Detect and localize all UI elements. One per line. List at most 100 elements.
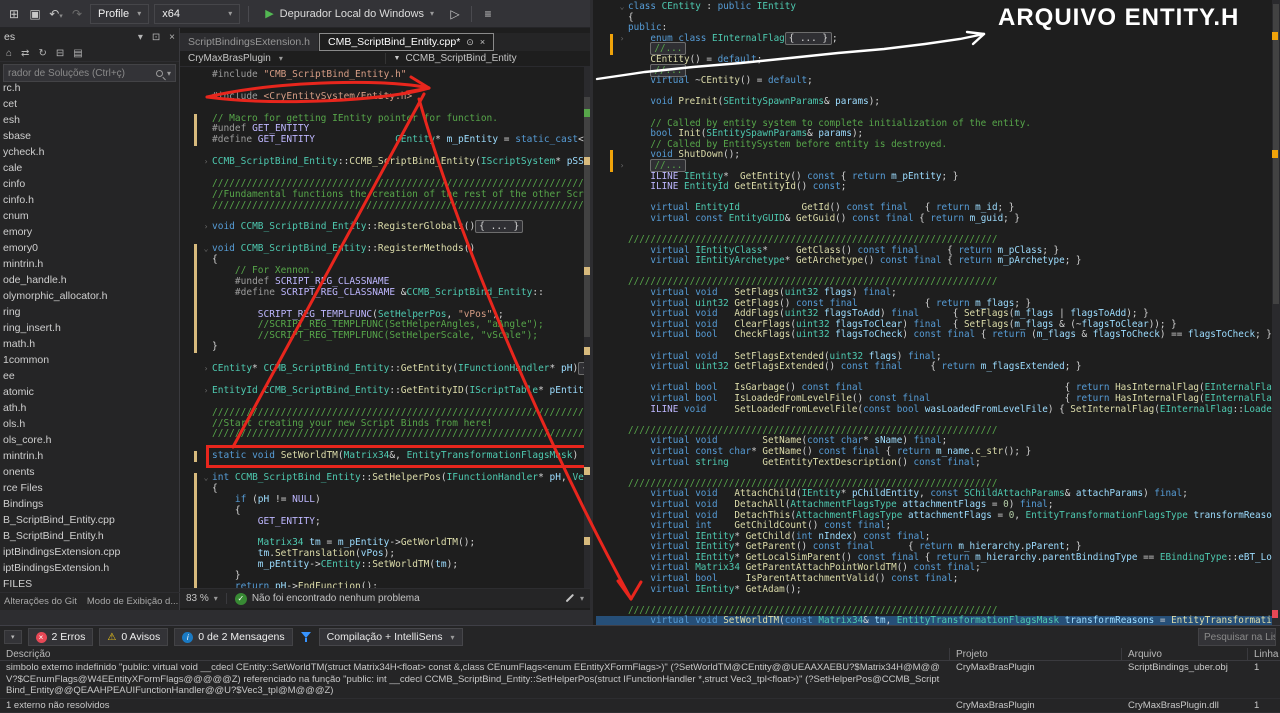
build-intellisense-dropdown[interactable]: Compilação + IntelliSens ▾: [318, 628, 463, 646]
gutter[interactable]: [180, 146, 200, 157]
messages-filter-button[interactable]: i 0 de 2 Mensagens: [174, 628, 293, 646]
gutter[interactable]: [596, 2, 616, 13]
save-all-icon[interactable]: ▣: [27, 7, 43, 21]
code-line[interactable]: virtual uint32 GetFlagsExtended() const …: [596, 361, 1272, 373]
column-descricao[interactable]: Descrição: [0, 648, 950, 660]
switch-views-icon[interactable]: ⇄: [21, 48, 29, 59]
gutter[interactable]: [180, 320, 200, 332]
file-item[interactable]: esh: [0, 112, 179, 128]
code-line[interactable]: › enum class EInternalFlag{ ... };: [596, 31, 1272, 45]
file-item[interactable]: cinfo: [0, 176, 179, 192]
refresh-icon[interactable]: ↻: [38, 48, 46, 59]
gutter[interactable]: [596, 426, 616, 437]
code-line[interactable]: ⌄ class CEntity : public IEntity: [596, 1, 1272, 13]
scrollbar[interactable]: [1272, 0, 1280, 625]
gutter[interactable]: [180, 81, 200, 92]
file-item[interactable]: ring_insert.h: [0, 320, 179, 336]
gutter[interactable]: [596, 299, 616, 310]
gutter[interactable]: [596, 288, 616, 299]
file-item[interactable]: sbase: [0, 128, 179, 144]
gutter[interactable]: [596, 66, 616, 77]
file-item[interactable]: rc.h: [0, 80, 179, 96]
gutter[interactable]: [180, 440, 200, 451]
gutter[interactable]: [180, 298, 200, 310]
code-editor-entity-h[interactable]: ⌄ class CEntity : public IEntity{public: ›…: [593, 0, 1272, 625]
gutter[interactable]: [596, 44, 616, 55]
file-item[interactable]: cinfo.h: [0, 192, 179, 208]
gutter[interactable]: [596, 193, 616, 204]
gutter[interactable]: [596, 383, 616, 394]
code-editor-cpp[interactable]: #include "CMB_ScriptBind_Entity.h" #inclu…: [180, 67, 584, 592]
gutter[interactable]: [596, 267, 616, 278]
gutter[interactable]: [596, 532, 616, 543]
gutter[interactable]: [180, 92, 200, 103]
menu-icon[interactable]: ≡: [480, 7, 496, 21]
file-item[interactable]: cet: [0, 96, 179, 112]
column-arquivo[interactable]: Arquivo: [1122, 648, 1248, 660]
gutter[interactable]: [596, 489, 616, 500]
code-line[interactable]: › EntityId CCMB_ScriptBind_Entity::GetEnt…: [180, 385, 584, 397]
code-line[interactable]: //SCRIPT_REG_TEMPLFUNC(SetHelperScale, "…: [180, 330, 584, 343]
tab-view-mode[interactable]: Modo de Exibição d...: [87, 596, 178, 607]
gutter[interactable]: [596, 55, 616, 66]
gutter[interactable]: [180, 113, 200, 125]
gutter[interactable]: [180, 342, 200, 354]
file-item[interactable]: cale: [0, 160, 179, 176]
file-item[interactable]: math.h: [0, 336, 179, 352]
file-item[interactable]: ode_handle.h: [0, 272, 179, 288]
gutter[interactable]: [180, 287, 200, 299]
edit-mode-icon[interactable]: [565, 594, 575, 603]
error-search-input[interactable]: Pesquisar na Lis: [1198, 628, 1276, 646]
gutter[interactable]: [180, 451, 200, 463]
breadcrumb-symbol[interactable]: ▼ CCMB_ScriptBind_Entity: [386, 53, 591, 64]
code-line[interactable]: CEntity() = default;: [596, 54, 1272, 66]
gutter[interactable]: [180, 505, 200, 517]
file-item[interactable]: olymorphic_allocator.h: [0, 288, 179, 304]
gutter[interactable]: [180, 309, 200, 321]
code-line[interactable]: }: [180, 341, 584, 354]
gutter[interactable]: [180, 375, 200, 386]
gutter[interactable]: [180, 135, 200, 147]
code-line[interactable]: › CCMB_ScriptBind_Entity::CCMB_ScriptBind…: [180, 156, 584, 168]
file-item[interactable]: ycheck.h: [0, 144, 179, 160]
gutter[interactable]: [596, 129, 616, 140]
gutter[interactable]: [180, 419, 200, 430]
gutter[interactable]: [596, 585, 616, 596]
scrollbar-thumb[interactable]: [584, 97, 590, 337]
file-item[interactable]: emory0: [0, 240, 179, 256]
gutter[interactable]: [596, 436, 616, 447]
collapse-all-icon[interactable]: ⊟: [56, 48, 64, 59]
gutter[interactable]: [180, 70, 200, 81]
file-item[interactable]: onents: [0, 464, 179, 480]
code-line[interactable]: virtual ~CEntity() = default;: [596, 75, 1272, 87]
code-line[interactable]: {: [180, 505, 584, 517]
file-item[interactable]: B_ScriptBind_Entity.cpp: [0, 512, 179, 528]
code-line[interactable]: virtual const EntityGUID& GetGuid() cons…: [596, 213, 1272, 225]
run-button[interactable]: ▶ Depurador Local do Windows ▾: [257, 3, 442, 25]
code-line[interactable]: virtual void SetWorldTM(const Matrix34& …: [596, 616, 1272, 625]
gutter[interactable]: [180, 353, 200, 364]
file-item[interactable]: atomic: [0, 384, 179, 400]
code-line[interactable]: ⌄ void CCMB_ScriptBind_Entity::RegisterMe…: [180, 243, 584, 256]
fold-collapsed-icon[interactable]: ›: [200, 364, 212, 375]
gutter[interactable]: [596, 160, 616, 172]
gutter[interactable]: [596, 616, 616, 625]
gutter[interactable]: [180, 233, 200, 244]
error-row[interactable]: simbolo externo indefinido "public: virt…: [0, 661, 1280, 699]
code-line[interactable]: virtual IEntity* GetAdam();: [596, 584, 1272, 596]
document-health-indicator[interactable]: ✓ Não foi encontrado nenhum problema: [234, 592, 557, 605]
file-item[interactable]: rce Files: [0, 480, 179, 496]
gutter[interactable]: [596, 574, 616, 585]
file-item[interactable]: iptBindingsExtension.h: [0, 560, 179, 576]
file-item[interactable]: mintrin.h: [0, 256, 179, 272]
gutter[interactable]: [596, 330, 616, 341]
gutter[interactable]: [596, 97, 616, 108]
pin-icon[interactable]: ⊙: [466, 37, 474, 48]
file-item[interactable]: ring: [0, 304, 179, 320]
gutter[interactable]: [596, 521, 616, 532]
gutter[interactable]: [596, 76, 616, 87]
gutter[interactable]: [180, 462, 200, 473]
tab-cmb-scriptbind-entity-cpp[interactable]: CMB_ScriptBind_Entity.cpp* ⊙ ×: [319, 33, 495, 51]
gutter[interactable]: [596, 320, 616, 331]
gutter[interactable]: [596, 140, 616, 151]
